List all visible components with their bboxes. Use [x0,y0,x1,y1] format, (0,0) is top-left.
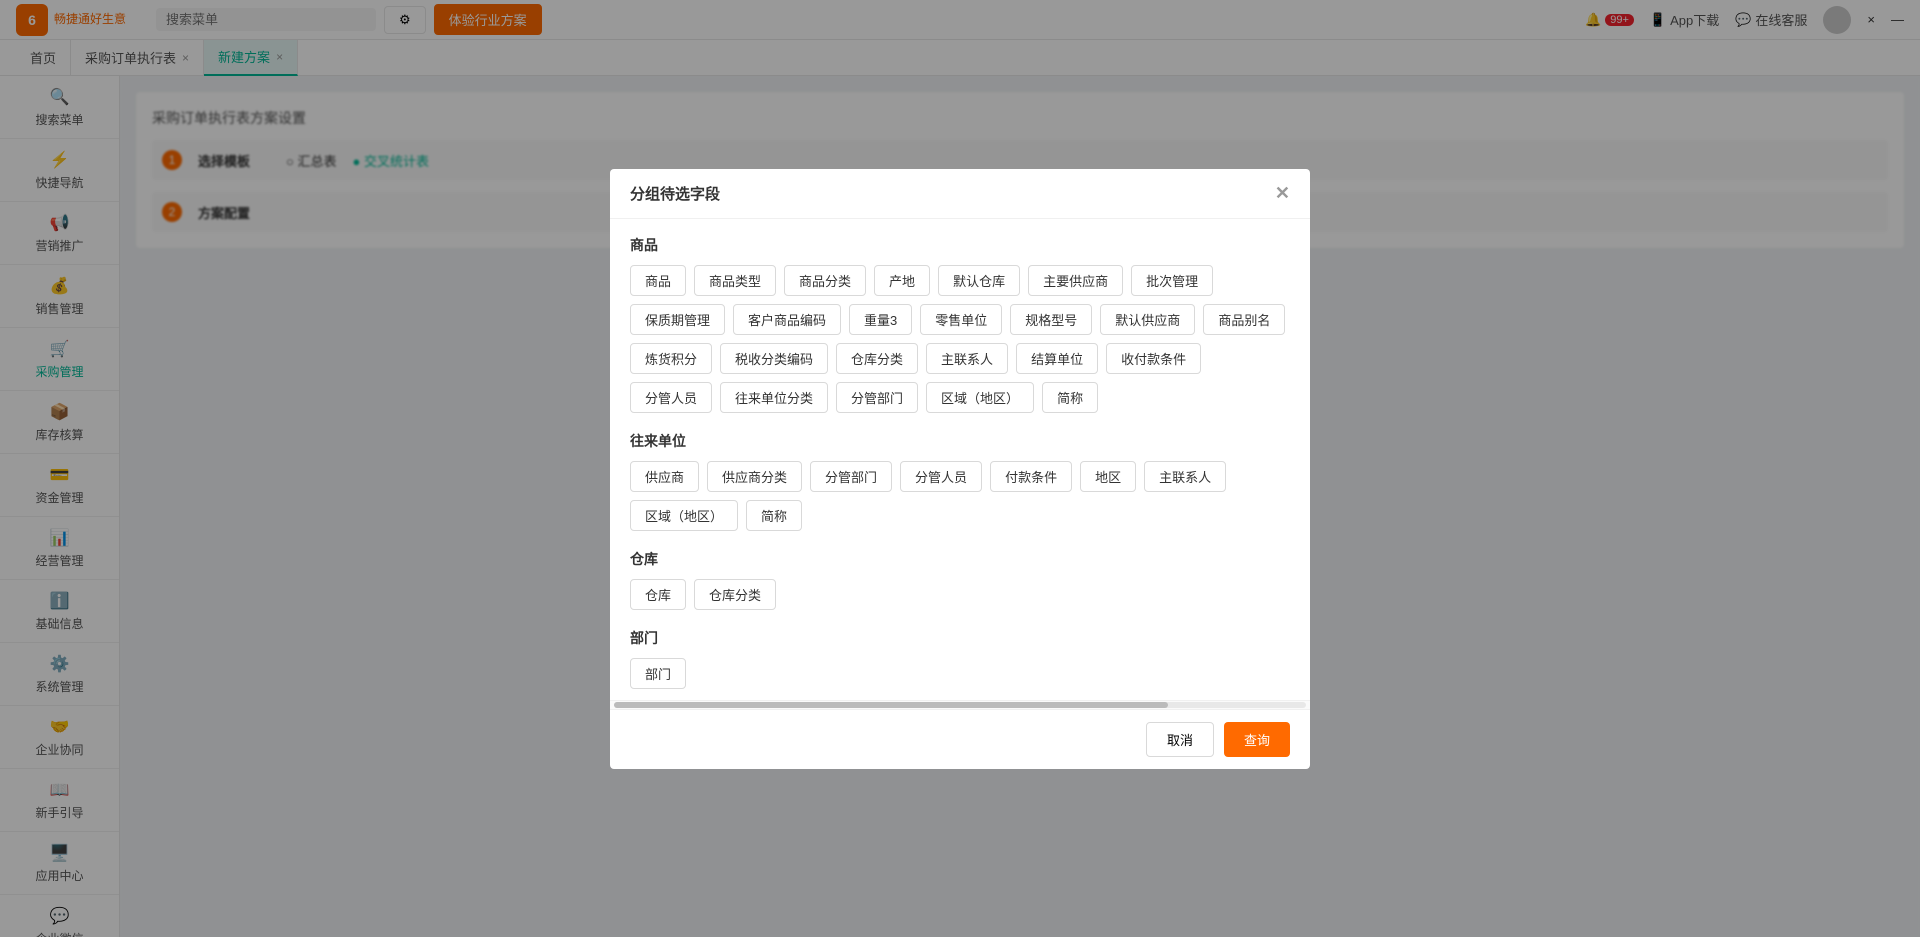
field-tag-0-19[interactable]: 收付款条件 [1106,343,1201,374]
field-tag-0-23[interactable]: 区域（地区） [926,382,1034,413]
field-tag-0-12[interactable]: 默认供应商 [1100,304,1195,335]
field-tag-1-4[interactable]: 付款条件 [990,461,1072,492]
field-tag-0-17[interactable]: 主联系人 [926,343,1008,374]
modal-title: 分组待选字段 [630,183,720,204]
modal-footer: 取消 查询 [610,709,1310,769]
confirm-button[interactable]: 查询 [1224,722,1290,757]
field-tag-0-15[interactable]: 税收分类编码 [720,343,828,374]
field-group-2: 仓库仓库仓库分类 [630,549,1290,610]
field-tag-0-20[interactable]: 分管人员 [630,382,712,413]
field-tag-1-0[interactable]: 供应商 [630,461,699,492]
modal-overlay: 分组待选字段 ✕ 商品商品商品类型商品分类产地默认仓库主要供应商批次管理保质期管… [0,0,1920,937]
field-tag-0-22[interactable]: 分管部门 [836,382,918,413]
field-group-0: 商品商品商品类型商品分类产地默认仓库主要供应商批次管理保质期管理客户商品编码重量… [630,235,1290,413]
field-group-3: 部门部门 [630,628,1290,689]
hscroll-thumb [614,702,1168,708]
field-group-title-0: 商品 [630,235,1290,255]
field-tag-0-18[interactable]: 结算单位 [1016,343,1098,374]
field-tags-0: 商品商品类型商品分类产地默认仓库主要供应商批次管理保质期管理客户商品编码重量3 零… [630,265,1290,413]
field-tag-0-16[interactable]: 仓库分类 [836,343,918,374]
field-tag-0-3[interactable]: 产地 [874,265,930,296]
field-tag-1-1[interactable]: 供应商分类 [707,461,802,492]
field-tag-1-8[interactable]: 简称 [746,500,802,531]
field-tag-3-0[interactable]: 部门 [630,658,686,689]
field-tags-2: 仓库仓库分类 [630,579,1290,610]
field-tags-3: 部门 [630,658,1290,689]
field-group-title-2: 仓库 [630,549,1290,569]
modal-body: 商品商品商品类型商品分类产地默认仓库主要供应商批次管理保质期管理客户商品编码重量… [610,219,1310,700]
field-tag-0-6[interactable]: 批次管理 [1131,265,1213,296]
field-tag-1-6[interactable]: 主联系人 [1144,461,1226,492]
field-tag-1-7[interactable]: 区域（地区） [630,500,738,531]
field-tag-0-7[interactable]: 保质期管理 [630,304,725,335]
field-group-1: 往来单位供应商供应商分类分管部门分管人员付款条件地区主联系人区域（地区） 简称 [630,431,1290,531]
field-tag-0-11[interactable]: 规格型号 [1010,304,1092,335]
field-tag-0-2[interactable]: 商品分类 [784,265,866,296]
cancel-button[interactable]: 取消 [1146,722,1214,757]
modal-hscroll[interactable] [610,700,1310,709]
field-tag-0-4[interactable]: 默认仓库 [938,265,1020,296]
field-tag-1-5[interactable]: 地区 [1080,461,1136,492]
field-tag-1-3[interactable]: 分管人员 [900,461,982,492]
field-tag-0-21[interactable]: 往来单位分类 [720,382,828,413]
field-tag-2-0[interactable]: 仓库 [630,579,686,610]
modal-header: 分组待选字段 ✕ [610,169,1310,219]
field-tag-0-5[interactable]: 主要供应商 [1028,265,1123,296]
field-tag-0-13[interactable]: 商品别名 [1203,304,1285,335]
field-tags-1: 供应商供应商分类分管部门分管人员付款条件地区主联系人区域（地区） 简称 [630,461,1290,531]
hscroll-track [614,702,1306,708]
field-tag-0-10[interactable]: 零售单位 [920,304,1002,335]
modal-dialog: 分组待选字段 ✕ 商品商品商品类型商品分类产地默认仓库主要供应商批次管理保质期管… [610,169,1310,769]
field-tag-1-2[interactable]: 分管部门 [810,461,892,492]
field-group-title-3: 部门 [630,628,1290,648]
field-group-title-1: 往来单位 [630,431,1290,451]
field-tag-0-8[interactable]: 客户商品编码 [733,304,841,335]
modal-close-button[interactable]: ✕ [1275,183,1290,204]
field-tag-0-14[interactable]: 炼货积分 [630,343,712,374]
field-tag-0-24[interactable]: 简称 [1042,382,1098,413]
field-tag-0-1[interactable]: 商品类型 [694,265,776,296]
field-tag-0-0[interactable]: 商品 [630,265,686,296]
field-tag-0-9[interactable]: 重量3 [849,304,912,335]
field-tag-2-1[interactable]: 仓库分类 [694,579,776,610]
